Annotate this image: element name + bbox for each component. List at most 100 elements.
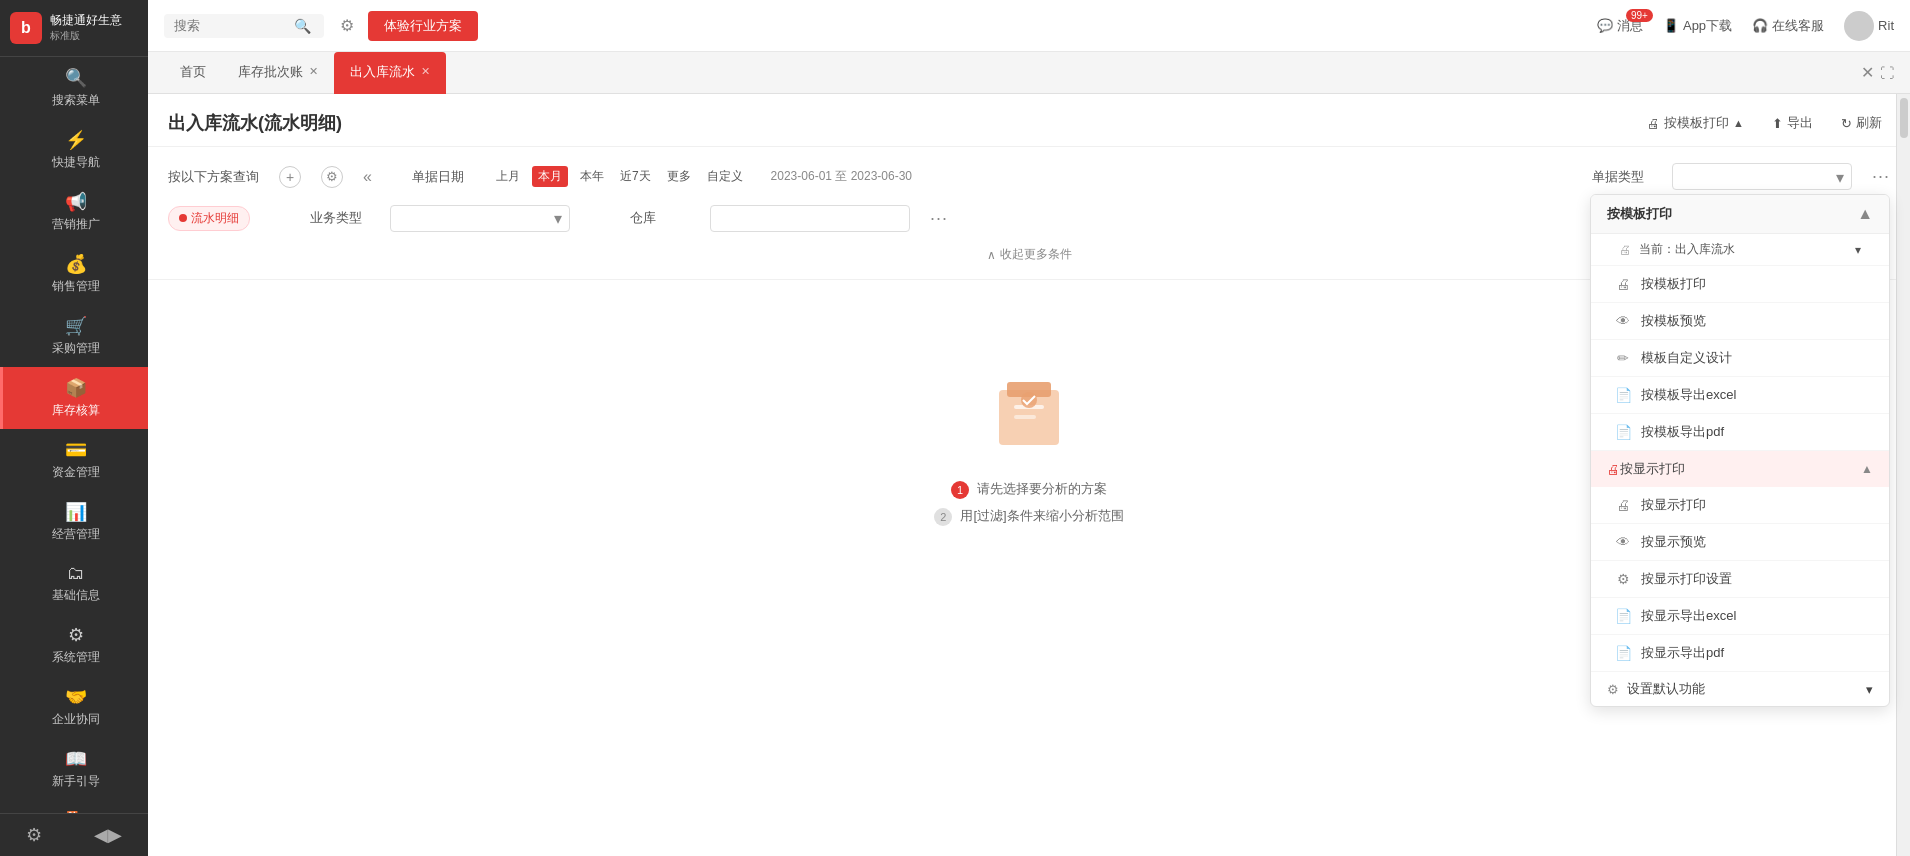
purchase-icon: 🛒 xyxy=(65,315,87,337)
sidebar-item-search[interactable]: 🔍 搜索菜单 xyxy=(0,57,148,119)
search-input[interactable] xyxy=(174,18,294,33)
headset-icon: 🎧 xyxy=(1752,18,1768,33)
warehouse-label: 仓库 xyxy=(630,209,690,227)
sidebar-item-operations[interactable]: 📊 经营管理 xyxy=(0,491,148,553)
set-default-function[interactable]: ⚙ 设置默认功能 ▾ xyxy=(1591,672,1889,706)
sidebar-item-marketing[interactable]: 📢 营销推广 xyxy=(0,181,148,243)
message-badge: 99+ xyxy=(1626,9,1653,22)
date-btn-7days[interactable]: 近7天 xyxy=(616,166,655,187)
dropdown-item-display-pdf[interactable]: 📄 按显示导出pdf xyxy=(1591,635,1889,672)
sidebar-item-label: 采购管理 xyxy=(52,340,100,357)
dropdown-item-export-pdf-template[interactable]: 📄 按模板导出pdf xyxy=(1591,414,1889,451)
sidebar-item-label: 搜索菜单 xyxy=(52,92,100,109)
logo-company-name: 畅捷通好生意 xyxy=(50,13,122,29)
dropdown-item-display-settings[interactable]: ⚙ 按显示打印设置 xyxy=(1591,561,1889,598)
right-scrollbar[interactable] xyxy=(1896,94,1910,856)
dropdown-item-label: 按显示预览 xyxy=(1641,533,1706,551)
date-label: 单据日期 xyxy=(412,168,472,186)
empty-illustration xyxy=(979,360,1079,460)
dropdown-item-display-preview[interactable]: 👁 按显示预览 xyxy=(1591,524,1889,561)
sidebar-item-label: 营销推广 xyxy=(52,216,100,233)
sidebar-item-base[interactable]: 🗂 基础信息 xyxy=(0,553,148,614)
tab-batch-label: 库存批次账 xyxy=(238,63,303,81)
collapse-button[interactable]: ∧ 收起更多条件 xyxy=(987,246,1072,263)
window-expand-icon[interactable]: ⛶ xyxy=(1880,65,1894,81)
warehouse-input[interactable] xyxy=(710,205,910,232)
tab-batch[interactable]: 库存批次账 ✕ xyxy=(222,52,334,94)
content-area: 出入库流水(流水明细) 🖨 按模板打印 ▲ ⬆ 导出 ↻ 刷新 xyxy=(148,94,1910,856)
dropdown-current-section[interactable]: 🖨 当前：出入库流水 ▾ xyxy=(1591,234,1889,266)
print-template-button[interactable]: 🖨 按模板打印 ▲ xyxy=(1639,110,1752,136)
date-btn-this-year[interactable]: 本年 xyxy=(576,166,608,187)
collapse-sidebar-icon[interactable]: ◀▶ xyxy=(94,824,122,846)
display-preview-icon: 👁 xyxy=(1615,534,1631,550)
tab-home[interactable]: 首页 xyxy=(164,52,222,94)
dropdown-item-preview-template[interactable]: 👁 按模板预览 xyxy=(1591,303,1889,340)
display-pdf-icon: 📄 xyxy=(1615,645,1631,661)
trial-button[interactable]: 体验行业方案 xyxy=(368,11,478,41)
sidebar-item-corp[interactable]: 🤝 企业协同 xyxy=(0,676,148,738)
dropdown-collapse-icon[interactable]: ▲ xyxy=(1857,205,1873,223)
print-dropdown-panel: 按模板打印 ▲ 🖨 当前：出入库流水 ▾ 🖨 按模板打印 👁 按模板预览 ✏ 模… xyxy=(1590,194,1890,707)
sidebar-item-sales[interactable]: 💰 销售管理 xyxy=(0,243,148,305)
user-avatar-area[interactable]: Rit xyxy=(1844,11,1894,41)
empty-step-1: 1 请先选择要分析的方案 xyxy=(951,480,1107,499)
filter-settings-button[interactable]: ⚙ xyxy=(321,166,343,188)
refresh-button[interactable]: ↻ 刷新 xyxy=(1833,110,1890,136)
dropdown-item-export-excel-template[interactable]: 📄 按模板导出excel xyxy=(1591,377,1889,414)
sidebar-logo: b 畅捷通好生意 标准版 xyxy=(0,0,148,57)
default-function-icon: ⚙ xyxy=(1607,682,1619,697)
window-close-icon[interactable]: ✕ xyxy=(1861,63,1874,82)
sidebar-item-finance[interactable]: 💳 资金管理 xyxy=(0,429,148,491)
sidebar-item-guide[interactable]: 📖 新手引导 xyxy=(0,738,148,800)
tab-batch-close-icon[interactable]: ✕ xyxy=(309,65,318,78)
tab-flow[interactable]: 出入库流水 ✕ xyxy=(334,52,446,94)
refresh-label: 刷新 xyxy=(1856,114,1882,132)
tab-home-label: 首页 xyxy=(180,63,206,81)
display-section-icon: 🖨 xyxy=(1607,462,1620,477)
settings-bottom-icon[interactable]: ⚙ xyxy=(26,824,42,846)
business-type-select[interactable] xyxy=(390,205,570,232)
receipt-type-more-dots[interactable]: ··· xyxy=(1872,166,1890,187)
message-button[interactable]: 💬 消息 99+ xyxy=(1597,17,1643,35)
dropdown-item-print-template[interactable]: 🖨 按模板打印 xyxy=(1591,266,1889,303)
dropdown-display-section-header[interactable]: 🖨 按显示打印 ▲ xyxy=(1591,451,1889,487)
display-excel-icon: 📄 xyxy=(1615,608,1631,624)
dropdown-item-custom-template[interactable]: ✏ 模板自定义设计 xyxy=(1591,340,1889,377)
sidebar-item-system[interactable]: ⚙ 系统管理 xyxy=(0,614,148,676)
step-num-1: 1 xyxy=(951,481,969,499)
receipt-type-select-wrap xyxy=(1672,163,1852,190)
tab-flow-close-icon[interactable]: ✕ xyxy=(421,65,430,78)
dropdown-item-label: 按显示导出pdf xyxy=(1641,644,1724,662)
display-section-collapse-icon: ▲ xyxy=(1861,462,1873,476)
active-filter-tag[interactable]: 流水明细 xyxy=(168,206,250,231)
dropdown-title: 按模板打印 xyxy=(1607,205,1672,223)
date-btn-prev-month[interactable]: 上月 xyxy=(492,166,524,187)
warehouse-more-dots[interactable]: ··· xyxy=(930,208,948,229)
filter-add-button[interactable]: + xyxy=(279,166,301,188)
logo-version: 标准版 xyxy=(50,29,122,43)
app-download-button[interactable]: 📱 App下载 xyxy=(1663,17,1732,35)
online-support-button[interactable]: 🎧 在线客服 xyxy=(1752,17,1824,35)
step-num-2: 2 xyxy=(934,508,952,526)
topbar-gear-icon[interactable]: ⚙ xyxy=(340,16,354,35)
receipt-type-select[interactable] xyxy=(1672,163,1852,190)
display-print-icon: 🖨 xyxy=(1615,497,1631,513)
sidebar-item-inventory[interactable]: 📦 库存核算 xyxy=(0,367,148,429)
date-btn-more[interactable]: 更多 xyxy=(663,166,695,187)
tab-flow-label: 出入库流水 xyxy=(350,63,415,81)
dropdown-item-display-print[interactable]: 🖨 按显示打印 xyxy=(1591,487,1889,524)
filter-collapse-left-icon[interactable]: « xyxy=(363,168,372,186)
sidebar-item-label: 新手引导 xyxy=(52,773,100,790)
export-button[interactable]: ⬆ 导出 xyxy=(1764,110,1821,136)
current-section-arrow: ▾ xyxy=(1855,243,1861,257)
date-btn-this-month[interactable]: 本月 xyxy=(532,166,568,187)
sidebar-item-appstore[interactable]: 🏪 应用中心 xyxy=(0,800,148,813)
printer-icon: 🖨 xyxy=(1647,116,1660,131)
dropdown-item-label: 按模板预览 xyxy=(1641,312,1706,330)
sidebar: b 畅捷通好生意 标准版 🔍 搜索菜单 ⚡ 快捷导航 📢 营销推广 💰 销售管理… xyxy=(0,0,148,856)
sidebar-item-quicknav[interactable]: ⚡ 快捷导航 xyxy=(0,119,148,181)
dropdown-item-display-excel[interactable]: 📄 按显示导出excel xyxy=(1591,598,1889,635)
date-btn-custom[interactable]: 自定义 xyxy=(703,166,747,187)
sidebar-item-purchase[interactable]: 🛒 采购管理 xyxy=(0,305,148,367)
